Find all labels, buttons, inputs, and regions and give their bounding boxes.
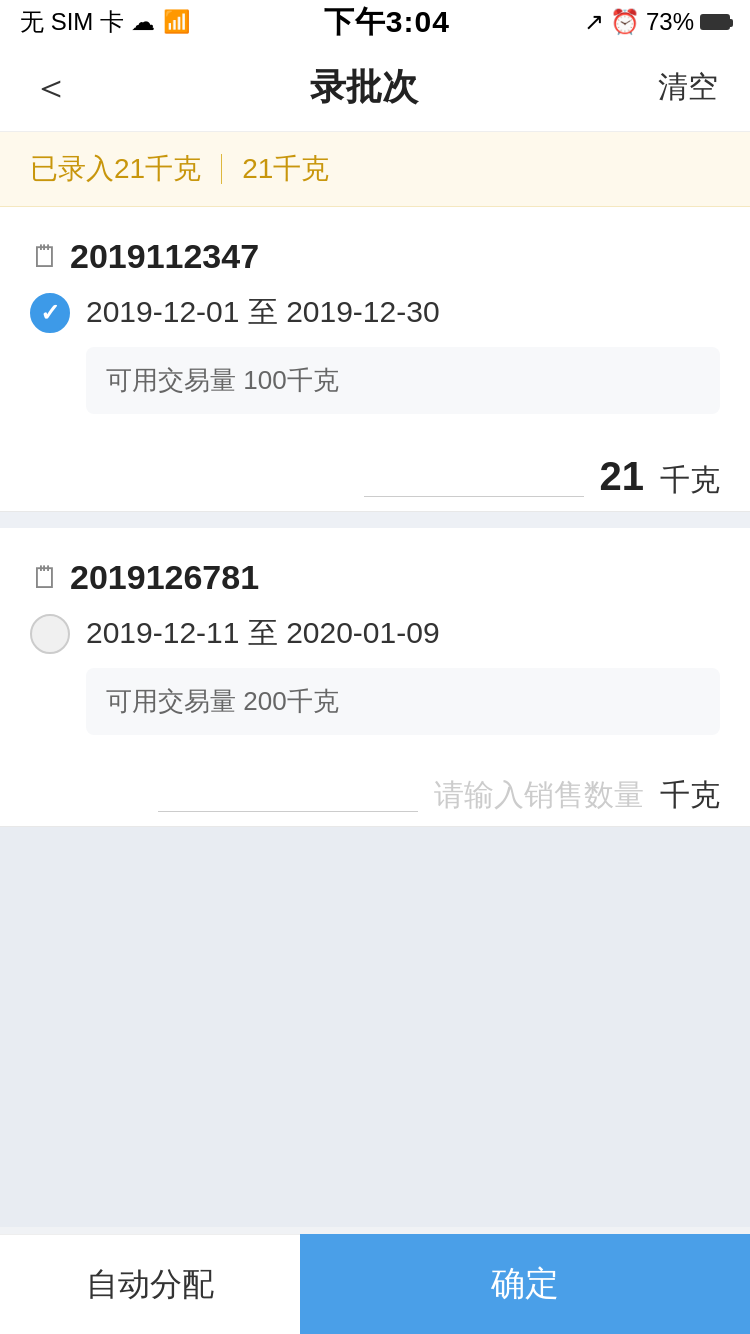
- batch1-avail: 可用交易量 100千克: [86, 347, 720, 414]
- auto-distribute-button[interactable]: 自动分配: [0, 1234, 300, 1334]
- recorded-label: 已录入21千克: [30, 150, 201, 188]
- batch2-input-row: 请输入销售数量 千克: [0, 755, 750, 827]
- status-bar: 无 SIM 卡 ☁ 📶 下午3:04 ↗ ⏰ 73%: [0, 0, 750, 44]
- batch2-input-unit: 千克: [660, 775, 720, 816]
- info-divider: [221, 154, 222, 184]
- batch1-card: 🗒 2019112347 2019-12-01 至 2019-12-30 可用交…: [0, 207, 750, 434]
- back-button[interactable]: ＜: [32, 62, 70, 113]
- batch2-avail: 可用交易量 200千克: [86, 668, 720, 735]
- nav-bar: ＜ 录批次 清空: [0, 44, 750, 132]
- batch2-card: 🗒 2019126781 2019-12-11 至 2020-01-09 可用交…: [0, 528, 750, 755]
- confirm-button[interactable]: 确定: [300, 1234, 750, 1334]
- batch2-radio[interactable]: [30, 614, 70, 654]
- batch2-id: 2019126781: [70, 558, 259, 597]
- status-left: 无 SIM 卡 ☁ 📶: [20, 6, 190, 38]
- info-banner: 已录入21千克 21千克: [0, 132, 750, 207]
- batch1-qty-unit: 千克: [660, 460, 720, 501]
- batch1-header: 🗒 2019112347: [30, 237, 720, 276]
- battery-label: 73%: [646, 8, 694, 36]
- bottom-bar: 自动分配 确定: [0, 1234, 750, 1334]
- batch2-date-row[interactable]: 2019-12-11 至 2020-01-09: [30, 613, 720, 654]
- status-right: ↗ ⏰ 73%: [584, 8, 730, 36]
- batch2-icon: 🗒: [30, 561, 60, 595]
- batch1-radio[interactable]: [30, 293, 70, 333]
- batch1-qty-value[interactable]: 21: [600, 454, 645, 499]
- total-label: 21千克: [242, 150, 329, 188]
- sim-label: 无 SIM 卡 ☁: [20, 6, 155, 38]
- battery-icon: [700, 14, 730, 30]
- page-title: 录批次: [310, 63, 418, 112]
- location-icon: ↗: [584, 8, 604, 36]
- batch1-date-row[interactable]: 2019-12-01 至 2019-12-30: [30, 292, 720, 333]
- batch1-qty-underline: [364, 496, 584, 497]
- batch2-input-underline: [158, 811, 418, 812]
- wifi-icon: 📶: [163, 9, 190, 35]
- clear-button[interactable]: 清空: [658, 67, 718, 108]
- status-time: 下午3:04: [324, 2, 450, 43]
- batch1-date: 2019-12-01 至 2019-12-30: [86, 292, 440, 333]
- alarm-icon: ⏰: [610, 8, 640, 36]
- separator: [0, 512, 750, 528]
- gray-area: [0, 827, 750, 1227]
- batch2-input-placeholder[interactable]: 请输入销售数量: [434, 775, 644, 816]
- batch1-id: 2019112347: [70, 237, 259, 276]
- batch2-date: 2019-12-11 至 2020-01-09: [86, 613, 440, 654]
- batch1-icon: 🗒: [30, 240, 60, 274]
- batch2-header: 🗒 2019126781: [30, 558, 720, 597]
- batch1-qty-row: 21 千克: [0, 434, 750, 512]
